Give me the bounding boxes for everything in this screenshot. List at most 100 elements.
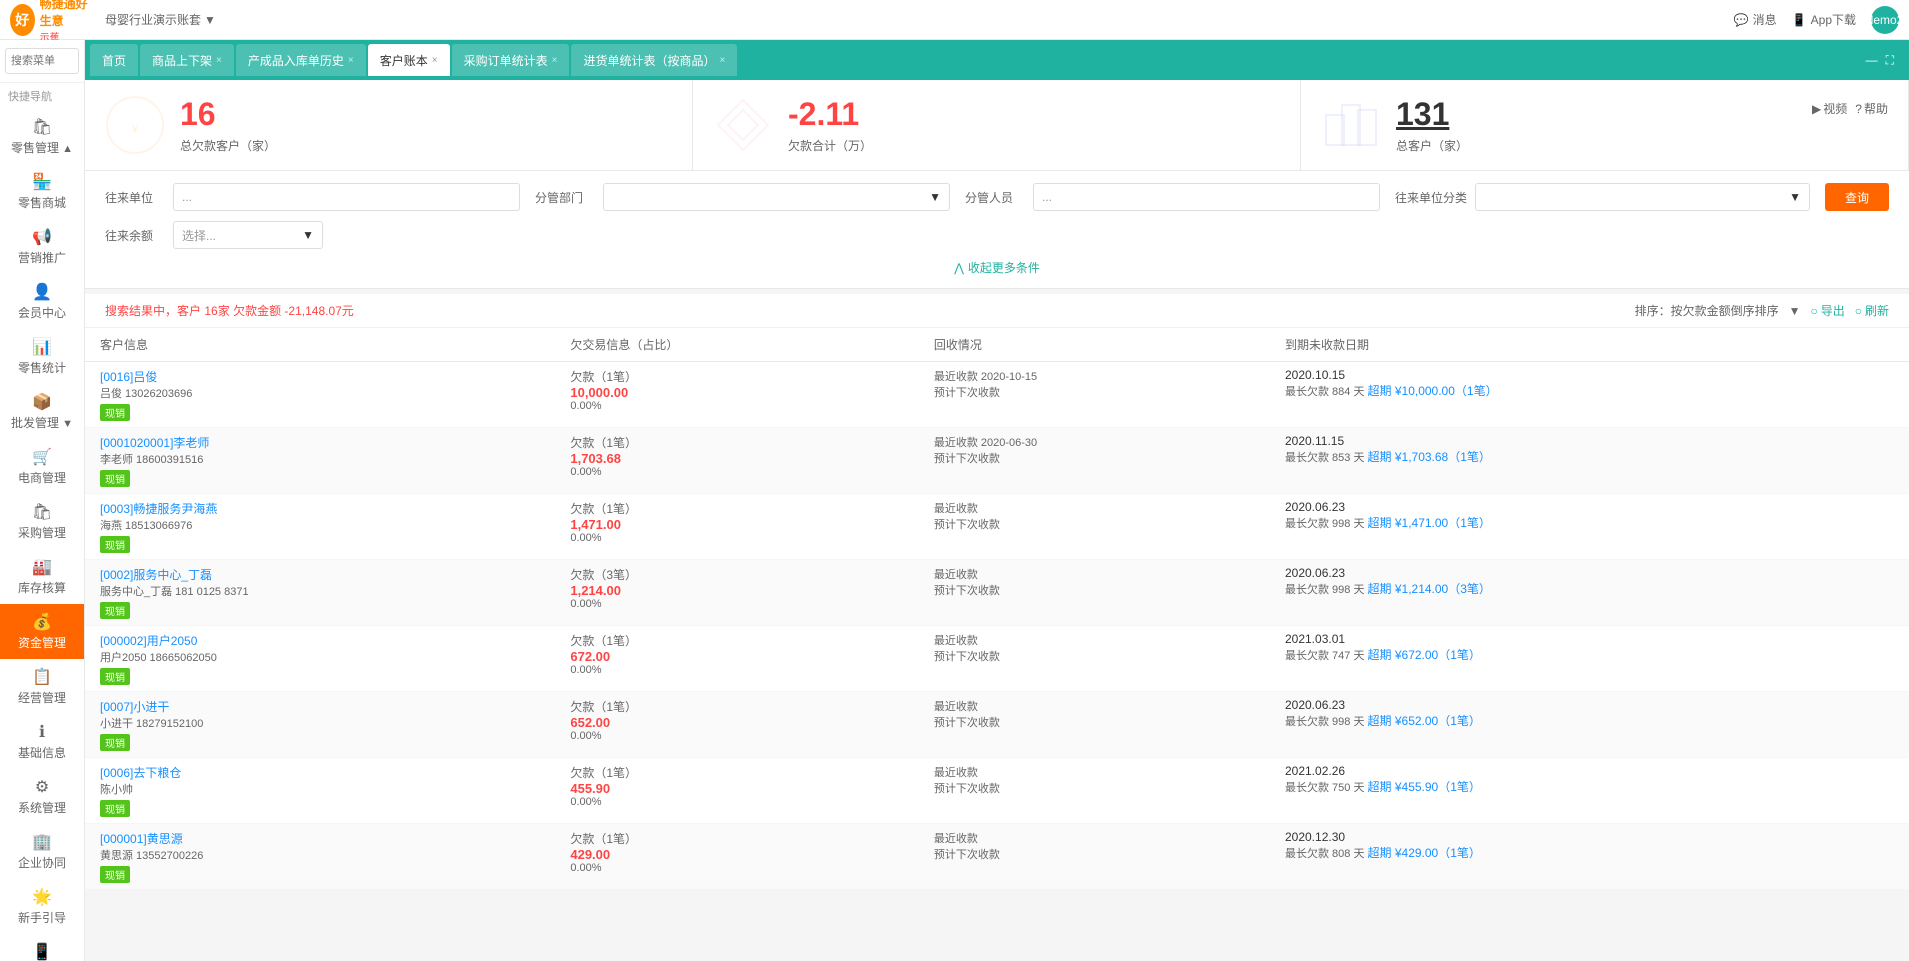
sidebar-item-retail-mgmt[interactable]: 🛍 零售管理 ▲ [0, 109, 84, 164]
manager-input[interactable]: ... [1033, 183, 1380, 211]
table-row: [000002]用户2050 用户2050 18665062050 现销 欠款（… [85, 626, 1909, 692]
search-button[interactable]: 查询 [1825, 183, 1889, 211]
customer-name-link[interactable]: [0006]去下粮仓 [100, 766, 181, 780]
tab-close-production-history[interactable]: × [348, 55, 354, 66]
export-button[interactable]: ○ 导出 [1810, 302, 1844, 319]
user-avatar[interactable]: demo2 [1871, 6, 1899, 34]
overdue-amount-link[interactable]: 超期 ¥1,214.00（3笔） [1368, 582, 1491, 596]
collection-cell: 最近收款 2020-06-30 预计下次收款 [919, 428, 1270, 494]
collapse-button[interactable]: ⋀ 收起更多条件 [954, 259, 1040, 276]
dept-select[interactable]: ▼ [603, 183, 950, 211]
search-input[interactable] [5, 48, 79, 74]
col-due-date: 到期未收款日期 [1270, 328, 1909, 362]
tab-close-product-shelf[interactable]: × [216, 55, 222, 66]
customer-tag: 现销 [100, 668, 130, 685]
customer-info-cell: [0001020001]李老师 李老师 18600391516 现销 [85, 428, 555, 494]
tab-customer-account[interactable]: 客户账本 × [368, 44, 450, 76]
svg-text:¥: ¥ [131, 122, 139, 136]
member-icon: 👤 [5, 282, 79, 302]
customer-name-link[interactable]: [0003]畅捷服务尹海燕 [100, 502, 217, 516]
sidebar-item-ecommerce[interactable]: 🛒 电商管理 [0, 439, 84, 494]
from-unit-input[interactable]: ... [173, 183, 520, 211]
customer-phone: 吕俊 13026203696 [100, 385, 540, 401]
business-mgmt-icon: 📋 [5, 667, 79, 687]
industry-selector[interactable]: 母婴行业演示账套 ▼ [105, 11, 216, 28]
tab-close-purchase-order[interactable]: × [552, 55, 558, 66]
overdue-amount: 超期 ¥429.00（1笔） [1368, 848, 1481, 860]
logo: 好 畅捷通好生意 示蕉 [10, 0, 95, 44]
sidebar-item-retail-stats[interactable]: 📊 零售统计 [0, 329, 84, 384]
overdue-amount-link[interactable]: 超期 ¥455.90（1笔） [1368, 780, 1481, 794]
sidebar-item-inventory[interactable]: 🏭 库存核算 [0, 549, 84, 604]
minimize-icon[interactable]: — [1866, 53, 1878, 68]
tab-close-customer-account[interactable]: × [432, 55, 438, 66]
app-download-button[interactable]: 📱 App下载 [1792, 11, 1856, 28]
total-customers-number[interactable]: 131 [1396, 96, 1797, 133]
debt-amount-number: -2.11 [788, 96, 1280, 133]
tab-incoming-stats[interactable]: 进货单统计表（按商品） × [571, 44, 737, 76]
sidebar-item-retail-store[interactable]: 🏪 零售商城 [0, 164, 84, 219]
sidebar-item-enterprise[interactable]: 🏢 企业协同 [0, 824, 84, 879]
from-unit-label: 往来单位 [105, 189, 165, 206]
overdue-amount-link[interactable]: 超期 ¥652.00（1笔） [1368, 714, 1481, 728]
customer-name-link[interactable]: [0007]小进干 [100, 700, 169, 714]
next-collection: 预计下次收款 [934, 450, 1255, 466]
sidebar-item-basic-info[interactable]: ℹ 基础信息 [0, 714, 84, 769]
system-icon: ⚙ [5, 777, 79, 797]
sidebar-item-capital[interactable]: 💰 资金管理 [0, 604, 84, 659]
customer-phone: 服务中心_丁磊 181 0125 8371 [100, 583, 540, 599]
result-amount: -21,148.07元 [284, 304, 353, 318]
last-collection: 最近收款 [934, 698, 1255, 714]
sidebar-item-batch-mgmt[interactable]: 📦 批发管理 ▼ [0, 384, 84, 439]
help-button[interactable]: ? 帮助 [1855, 100, 1888, 117]
video-button[interactable]: ▶ 视频 [1812, 100, 1847, 117]
tab-production-history[interactable]: 产成品入库单历史 × [236, 44, 366, 76]
due-date: 2020.10.15 [1285, 368, 1894, 382]
sidebar-item-business-mgmt[interactable]: 📋 经营管理 [0, 659, 84, 714]
sidebar-item-marketing[interactable]: 📢 营销推广 [0, 219, 84, 274]
tab-close-incoming-stats[interactable]: × [719, 55, 725, 66]
retail-stats-icon: 📊 [5, 337, 79, 357]
enterprise-icon: 🏢 [5, 832, 79, 852]
sidebar-item-purchase[interactable]: 🛍 采购管理 [0, 494, 84, 549]
unit-category-select[interactable]: ▼ [1475, 183, 1810, 211]
message-button[interactable]: 💬 消息 [1734, 11, 1777, 28]
tab-purchase-order[interactable]: 采购订单统计表 × [452, 44, 570, 76]
customer-phone: 陈小帅 [100, 781, 540, 797]
overdue-amount-link[interactable]: 超期 ¥10,000.00（1笔） [1368, 384, 1498, 398]
overdue-amount-link[interactable]: 超期 ¥1,703.68（1笔） [1368, 450, 1491, 464]
tab-home[interactable]: 首页 [90, 44, 138, 76]
overdue-amount-link[interactable]: 超期 ¥429.00（1笔） [1368, 846, 1481, 860]
customer-name-link[interactable]: [0016]吕俊 [100, 370, 157, 384]
overdue-amount: 超期 ¥1,214.00（3笔） [1368, 584, 1491, 596]
filter-manager: 分管人员 ... [965, 183, 1380, 211]
batch-mgmt-icon: 📦 [5, 392, 79, 412]
debt-count: 欠款（1笔） [570, 698, 903, 715]
customer-name-link[interactable]: [000002]用户2050 [100, 634, 197, 648]
sidebar-item-system[interactable]: ⚙ 系统管理 [0, 769, 84, 824]
customer-info-cell: [0003]畅捷服务尹海燕 海燕 18513066976 现销 [85, 494, 555, 560]
overdue-amount-link[interactable]: 超期 ¥1,471.00（1笔） [1368, 516, 1491, 530]
overdue-amount: 超期 ¥1,471.00（1笔） [1368, 518, 1491, 530]
debt-customers-label: 总欠款客户（家） [180, 137, 672, 154]
overdue-amount-link[interactable]: 超期 ¥672.00（1笔） [1368, 648, 1481, 662]
customer-name-link[interactable]: [0002]服务中心_丁磊 [100, 568, 212, 582]
balance-select[interactable]: 选择... ▼ [173, 221, 323, 249]
customer-name-link[interactable]: [000001]黄思源 [100, 832, 183, 846]
debt-info-cell: 欠款（1笔） 455.90 0.00% [555, 758, 918, 824]
tab-product-shelf[interactable]: 商品上下架 × [140, 44, 234, 76]
next-collection: 预计下次收款 [934, 648, 1255, 664]
sidebar-item-app-center[interactable]: 📱 应用中心 [0, 934, 84, 961]
debt-count: 欠款（1笔） [570, 632, 903, 649]
debt-customers-icon: ¥ [105, 95, 165, 155]
sidebar-item-newbie[interactable]: 🌟 新手引导 [0, 879, 84, 934]
sidebar-item-member[interactable]: 👤 会员中心 [0, 274, 84, 329]
customer-name-link[interactable]: [0001020001]李老师 [100, 436, 209, 450]
debt-count: 欠款（1笔） [570, 368, 903, 385]
last-collection: 最近收款 [934, 500, 1255, 516]
maximize-icon[interactable]: ⛶ [1886, 53, 1894, 68]
refresh-button[interactable]: ○ 刷新 [1855, 302, 1889, 319]
customer-info-cell: [000002]用户2050 用户2050 18665062050 现销 [85, 626, 555, 692]
debt-percent: 0.00% [570, 532, 903, 544]
filter-unit-category: 往来单位分类 ▼ [1395, 183, 1810, 211]
